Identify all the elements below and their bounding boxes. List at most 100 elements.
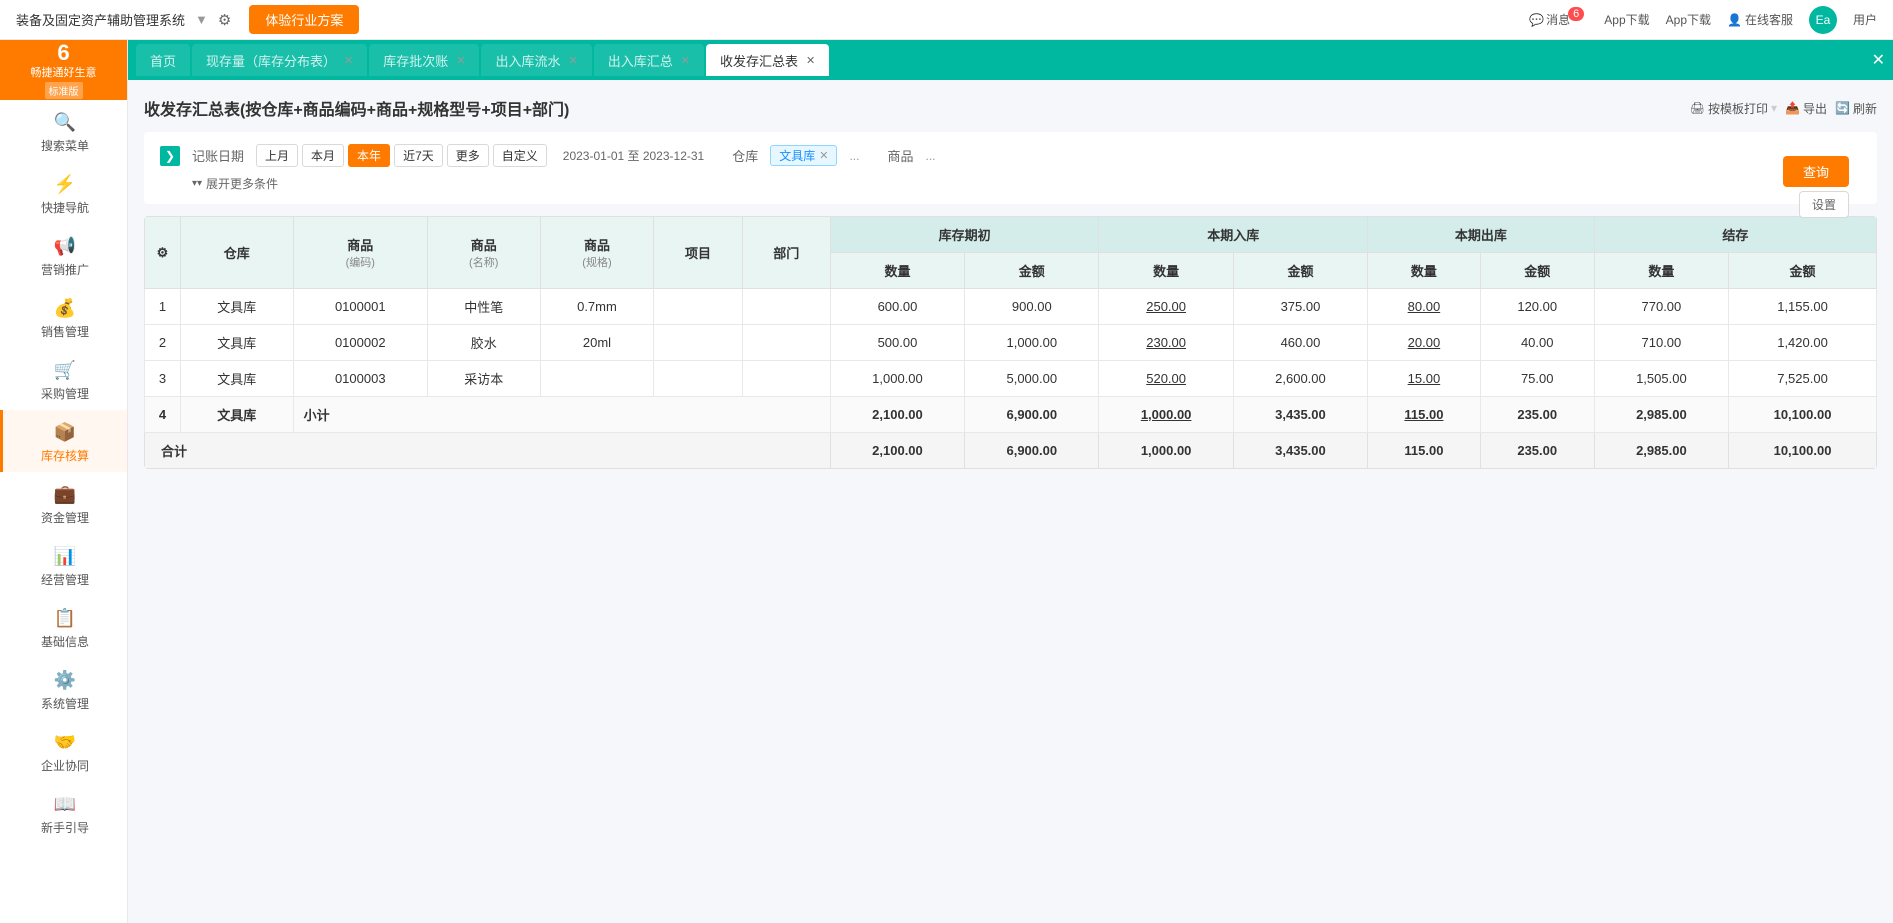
cell-close-amt: 1,420.00 [1729, 325, 1877, 361]
date-btn-last-month[interactable]: 上月 [256, 144, 298, 167]
col-project: 项目 [654, 217, 742, 289]
page-title: 收发存汇总表(按仓库+商品编码+商品+规格型号+项目+部门) [144, 96, 569, 120]
goods-more[interactable]: ... [926, 149, 936, 163]
sidebar-item-guide[interactable]: 📖新手引导 [0, 782, 127, 844]
cell-open-qty: 600.00 [830, 289, 964, 325]
sidebar-icon-inventory: 📦 [54, 422, 76, 443]
message-icon[interactable]: 💬 消息 6 [1529, 11, 1588, 28]
sidebar-icon-sales: 💰 [54, 298, 76, 319]
cell-code: 0100001 [293, 289, 427, 325]
expand-more-btn[interactable]: ▾▾ 展开更多条件 [192, 175, 1861, 192]
date-btn-7days[interactable]: 近7天 [394, 144, 443, 167]
col-out: 本期出库 [1368, 217, 1595, 253]
footer-open-qty: 2,100.00 [830, 433, 964, 469]
sidebar-icon-marketing: 📢 [54, 236, 76, 257]
sidebar-icon-finance: 💼 [54, 484, 76, 505]
tab-close-2[interactable]: ✕ [456, 54, 465, 67]
footer-in-qty: 1,000.00 [1099, 433, 1233, 469]
online-support-link[interactable]: 👤 在线客服 [1727, 11, 1793, 28]
cell-out-qty[interactable]: 80.00 [1368, 289, 1481, 325]
warehouse-more[interactable]: ... [849, 149, 859, 163]
trial-button[interactable]: 体验行业方案 [249, 5, 359, 34]
sidebar-item-quick[interactable]: ⚡快捷导航 [0, 162, 127, 224]
cell-close-amt: 7,525.00 [1729, 361, 1877, 397]
cell-out-qty[interactable]: 20.00 [1368, 325, 1481, 361]
sidebar-item-basic[interactable]: 📋基础信息 [0, 596, 127, 658]
tab-close-1[interactable]: ✕ [344, 54, 353, 67]
cell-open-qty: 500.00 [830, 325, 964, 361]
sidebar: 6 畅捷通好生意 标准版 🔍搜索菜单⚡快捷导航📢营销推广💰销售管理🛒采购管理📦库… [0, 40, 128, 923]
sidebar-item-marketing[interactable]: 📢 营销推广 [0, 224, 127, 286]
system-dropdown-icon[interactable]: ▼ [195, 12, 208, 27]
sidebar-item-purchase[interactable]: 🛒采购管理 [0, 348, 127, 410]
sidebar-label-marketing: 营销推广 [41, 261, 89, 278]
date-btn-this-year[interactable]: 本年 [348, 144, 390, 167]
footer-close-qty: 2,985.00 [1594, 433, 1728, 469]
sidebar-label-search: 搜索菜单 [41, 137, 89, 154]
tab-4[interactable]: 出入库汇总✕ [594, 44, 704, 76]
subtotal-out-qty[interactable]: 115.00 [1368, 397, 1481, 433]
footer-out-qty: 115.00 [1368, 433, 1481, 469]
query-button[interactable]: 查询 [1783, 156, 1849, 187]
tab-bar: 首页现存量（库存分布表）✕库存批次账✕出入库流水✕出入库汇总✕收发存汇总表✕ ✕ [128, 40, 1893, 80]
sidebar-item-system[interactable]: ⚙️系统管理 [0, 658, 127, 720]
tab-0[interactable]: 首页 [136, 44, 190, 76]
sidebar-item-search[interactable]: 🔍 搜索菜单 [0, 100, 127, 162]
col-out-amt: 金额 [1480, 253, 1594, 289]
cell-in-qty[interactable]: 230.00 [1099, 325, 1233, 361]
cell-dept [742, 289, 830, 325]
table-footer: 合计 2,100.00 6,900.00 1,000.00 3,435.00 1… [145, 433, 1877, 469]
tab-3[interactable]: 出入库流水✕ [481, 44, 591, 76]
cell-name: 中性笔 [427, 289, 540, 325]
sidebar-item-corp[interactable]: 🤝企业协同 [0, 720, 127, 782]
col-settings-icon[interactable]: ⚙ [145, 217, 181, 289]
tab-2[interactable]: 库存批次账✕ [369, 44, 479, 76]
col-dept: 部门 [742, 217, 830, 289]
col-goods-code: 商品(编码) [293, 217, 427, 289]
sidebar-item-finance[interactable]: 💼 资金管理 [0, 472, 127, 534]
top-header-bar: 装备及固定资产辅助管理系统 ▼ ⚙ 体验行业方案 💬 消息 6 App下载 Ap… [0, 0, 1893, 40]
sidebar-item-operation[interactable]: 📊经营管理 [0, 534, 127, 596]
tab-close-4[interactable]: ✕ [681, 54, 690, 67]
table-subtotal-row: 4 文具库 小计 2,100.00 6,900.00 1,000.00 3,43… [145, 397, 1877, 433]
sidebar-item-sales[interactable]: 💰销售管理 [0, 286, 127, 348]
tab-bar-close-icon[interactable]: ✕ [1872, 50, 1885, 70]
tab-close-5[interactable]: ✕ [806, 54, 815, 67]
cell-in-qty[interactable]: 250.00 [1099, 289, 1233, 325]
set-button[interactable]: 设置 [1799, 191, 1849, 218]
cell-code: 0100003 [293, 361, 427, 397]
table-row: 1 文具库 0100001 中性笔 0.7mm 600.00 900.00 25… [145, 289, 1877, 325]
footer-close-amt: 10,100.00 [1729, 433, 1877, 469]
cell-spec: 0.7mm [540, 289, 654, 325]
tab-close-3[interactable]: ✕ [569, 54, 578, 67]
date-btn-this-month[interactable]: 本月 [302, 144, 344, 167]
cell-out-qty[interactable]: 15.00 [1368, 361, 1481, 397]
tab-1[interactable]: 现存量（库存分布表）✕ [192, 44, 367, 76]
settings-icon[interactable]: ⚙ [218, 11, 231, 29]
subtotal-in-qty[interactable]: 1,000.00 [1099, 397, 1233, 433]
print-button[interactable]: 🖨 按模板打印 ▾ [1690, 100, 1777, 117]
sidebar-icon-purchase: 🛒 [54, 360, 76, 381]
sidebar-label-finance: 资金管理 [41, 509, 89, 526]
sidebar-icon-search: 🔍 [54, 112, 76, 133]
warehouse-tag-remove[interactable]: ✕ [819, 149, 828, 162]
date-btn-custom[interactable]: 自定义 [493, 144, 547, 167]
cell-spec: 20ml [540, 325, 654, 361]
footer-open-amt: 6,900.00 [965, 433, 1099, 469]
user-avatar[interactable]: Ea [1809, 6, 1837, 34]
warehouse-tag: 文具库 ✕ [770, 145, 837, 166]
cell-in-qty[interactable]: 520.00 [1099, 361, 1233, 397]
export-button[interactable]: 📤 导出 [1785, 100, 1827, 117]
sidebar-icon-corp: 🤝 [54, 732, 76, 753]
refresh-button[interactable]: 🔄 刷新 [1835, 100, 1877, 117]
sidebar-item-inventory[interactable]: 📦库存核算 [0, 410, 127, 472]
cell-dept [742, 325, 830, 361]
tab-5[interactable]: 收发存汇总表✕ [706, 44, 829, 76]
cell-project [654, 361, 742, 397]
date-btn-more[interactable]: 更多 [447, 144, 489, 167]
filter-expand-arrow[interactable]: ❯ [160, 146, 180, 166]
col-goods-name: 商品(名称) [427, 217, 540, 289]
app-download-link[interactable]: App下载 [1604, 11, 1649, 28]
cell-spec [540, 361, 654, 397]
date-filter-label: 记账日期 [192, 146, 244, 165]
